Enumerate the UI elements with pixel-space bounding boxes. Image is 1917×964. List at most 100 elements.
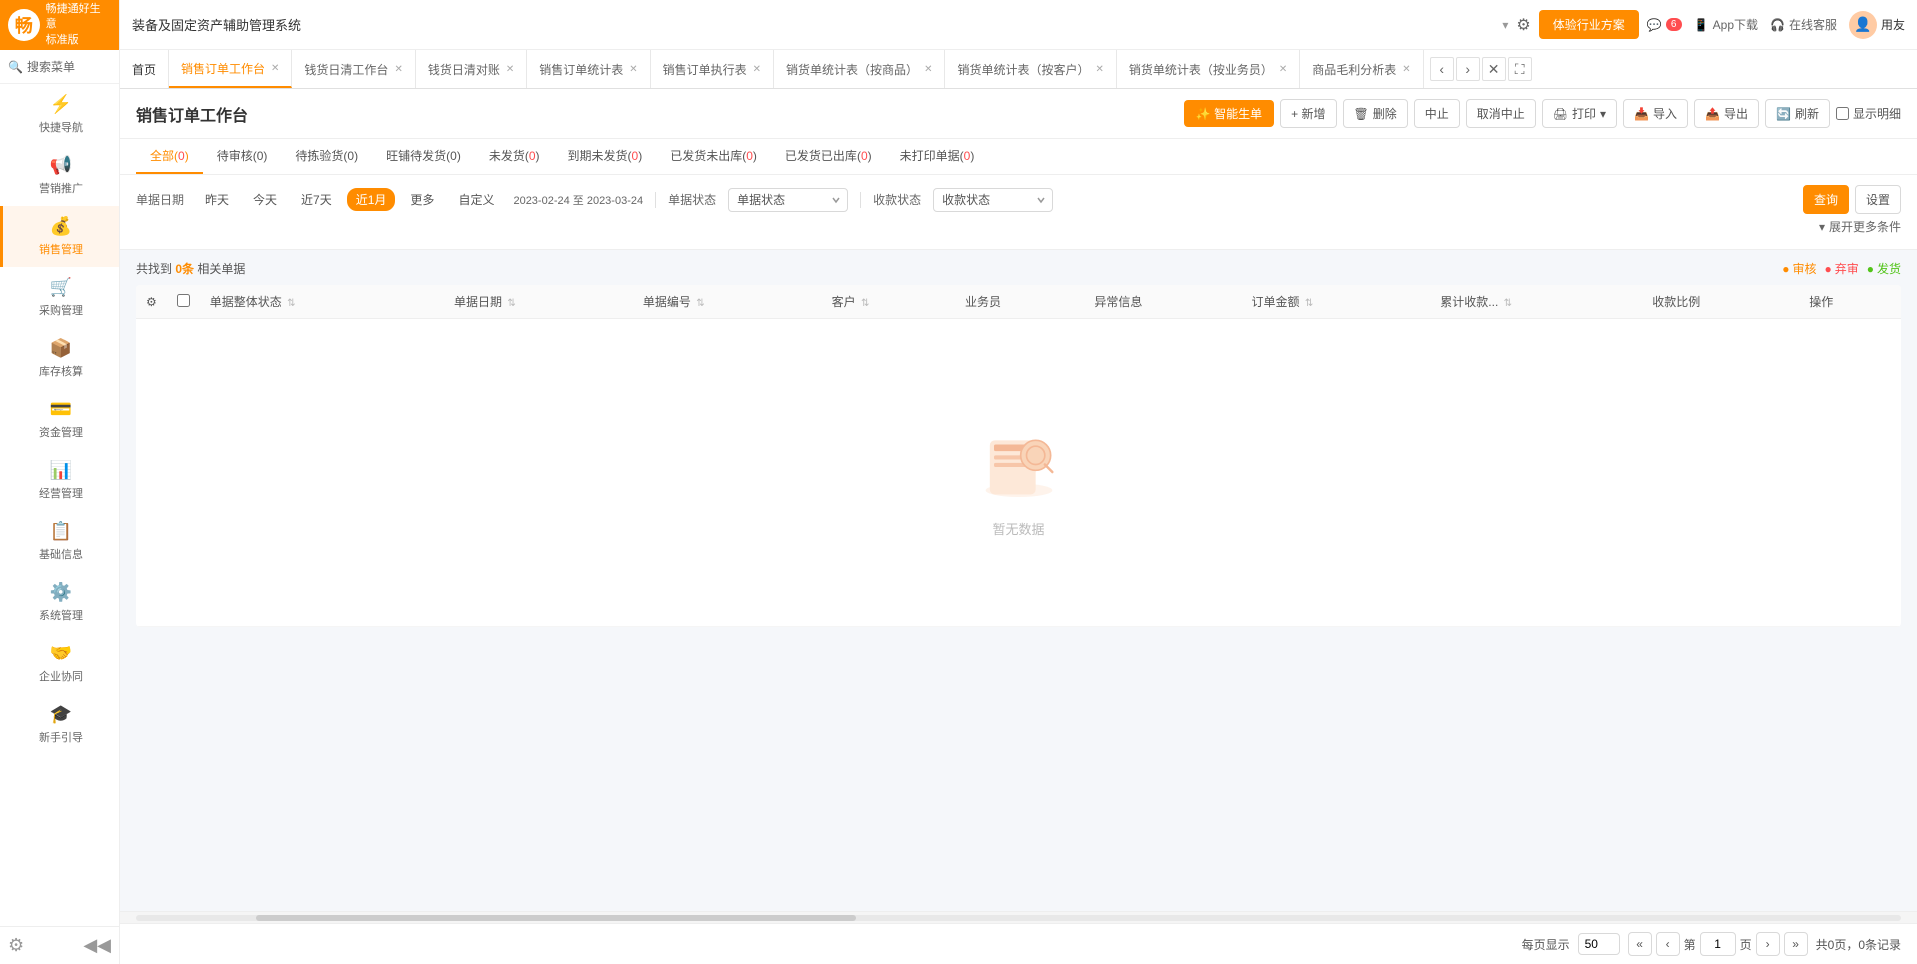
sales-icon: 💰 — [50, 216, 72, 237]
sidebar-item-sales[interactable]: 💰 销售管理 — [0, 206, 119, 267]
date-btn-1month[interactable]: 近1月 — [347, 188, 396, 211]
tab-close-sales-order-exec[interactable]: ✕ — [753, 64, 761, 75]
sidebar-item-purchase[interactable]: 🛒 采购管理 — [0, 267, 119, 328]
horizontal-scrollbar[interactable] — [120, 911, 1917, 923]
tab-sales-stats-staff[interactable]: 销货单统计表（按业务员） ✕ — [1117, 50, 1300, 88]
date-btn-today[interactable]: 今天 — [244, 188, 286, 211]
review-action-link[interactable]: ● 审核 — [1782, 260, 1816, 277]
sidebar-item-operation[interactable]: 📊 经营管理 — [0, 450, 119, 511]
subtab-pending-review[interactable]: 待审核(0) — [203, 139, 282, 174]
subtab-shipped-out[interactable]: 已发货已出库(0) — [771, 139, 886, 174]
tab-prev-btn[interactable]: ‹ — [1430, 57, 1454, 81]
next-page-btn[interactable]: › — [1756, 932, 1780, 956]
query-btn[interactable]: 查询 — [1803, 185, 1849, 214]
user-info[interactable]: 👤 用友 — [1849, 11, 1905, 39]
tab-close-sales-workbench[interactable]: ✕ — [271, 63, 279, 74]
date-btn-yesterday[interactable]: 昨天 — [196, 188, 238, 211]
trial-button[interactable]: 体验行业方案 — [1539, 10, 1639, 39]
online-service-action[interactable]: 🎧 在线客服 — [1770, 16, 1837, 33]
subtab-not-printed[interactable]: 未打印单据(0) — [886, 139, 989, 174]
tab-sales-workbench[interactable]: 销售订单工作台 ✕ — [169, 50, 292, 88]
topbar-gear-icon[interactable]: ⚙ — [1516, 15, 1530, 35]
smart-btn[interactable]: ✨ 智能生单 — [1184, 100, 1274, 127]
tab-sales-stats-product[interactable]: 销货单统计表（按商品） ✕ — [774, 50, 945, 88]
select-all-checkbox[interactable] — [177, 294, 190, 307]
prev-page-btn[interactable]: ‹ — [1656, 932, 1680, 956]
delete-btn[interactable]: 🗑 删除 — [1343, 99, 1408, 128]
page-label: 第 — [1684, 936, 1696, 953]
sort-icon-status[interactable]: ⇅ — [287, 298, 295, 309]
subtab-all[interactable]: 全部(0) — [136, 139, 203, 174]
last-page-btn[interactable]: » — [1784, 932, 1808, 956]
tab-product-margin[interactable]: 商品毛利分析表 ✕ — [1300, 50, 1423, 88]
date-btn-custom[interactable]: 自定义 — [449, 188, 503, 211]
tab-sales-stats-customer[interactable]: 销货单统计表（按客户） ✕ — [945, 50, 1116, 88]
sidebar-item-finance[interactable]: 💳 资金管理 — [0, 389, 119, 450]
collapse-icon[interactable]: ◀◀ — [83, 935, 111, 956]
export-btn[interactable]: 📤 导出 — [1694, 99, 1759, 128]
tab-close-cash-reconcile[interactable]: ✕ — [506, 64, 514, 75]
th-gear[interactable]: ⚙ — [136, 285, 167, 319]
subtab-shipped-not-out[interactable]: 已发货未出库(0) — [656, 139, 771, 174]
sort-icon-amount[interactable]: ⇅ — [1305, 298, 1313, 309]
sidebar-item-system[interactable]: ⚙️ 系统管理 — [0, 572, 119, 633]
sort-icon-date[interactable]: ⇅ — [507, 298, 515, 309]
filter-settings-btn[interactable]: 设置 — [1855, 185, 1901, 214]
tab-sales-order-exec[interactable]: 销售订单执行表 ✕ — [651, 50, 774, 88]
unreview-action-link[interactable]: ● 弃审 — [1824, 260, 1858, 277]
sort-icon-number[interactable]: ⇅ — [696, 298, 704, 309]
tab-sales-order-stats[interactable]: 销售订单统计表 ✕ — [527, 50, 650, 88]
sidebar-item-inventory[interactable]: 📦 库存核算 — [0, 328, 119, 389]
tab-close-all-btn[interactable]: ✕ — [1482, 57, 1506, 81]
system-dropdown-icon[interactable]: ▾ — [1502, 18, 1508, 32]
stop-btn[interactable]: 中止 — [1414, 99, 1460, 128]
date-btn-more[interactable]: 更多 — [401, 188, 443, 211]
show-detail-input[interactable] — [1836, 107, 1849, 120]
subtab-not-shipped[interactable]: 未发货(0) — [475, 139, 554, 174]
tab-close-sales-stats-customer[interactable]: ✕ — [1095, 64, 1103, 75]
tab-fullscreen-btn[interactable]: ⛶ — [1508, 57, 1532, 81]
tab-close-product-margin[interactable]: ✕ — [1402, 64, 1410, 75]
settings-gear-icon[interactable]: ⚙ — [8, 935, 24, 956]
table-footer: 每页显示 50 « ‹ 第 页 › » 共0页，0条记录 — [120, 923, 1917, 964]
scrollbar-thumb[interactable] — [256, 915, 856, 921]
add-btn[interactable]: + 新增 — [1280, 99, 1336, 128]
th-checkbox[interactable] — [167, 285, 200, 319]
sort-icon-customer[interactable]: ⇅ — [861, 298, 869, 309]
tab-close-cash-daily[interactable]: ✕ — [394, 64, 402, 75]
first-page-btn[interactable]: « — [1628, 932, 1652, 956]
message-action[interactable]: 💬 6 — [1647, 18, 1682, 32]
sort-icon-collected[interactable]: ⇅ — [1504, 298, 1512, 309]
import-btn[interactable]: 📥 导入 — [1623, 99, 1688, 128]
page-size-select[interactable]: 50 — [1578, 933, 1620, 955]
sidebar-item-basic-info[interactable]: 📋 基础信息 — [0, 511, 119, 572]
scrollbar-track[interactable] — [136, 915, 1901, 921]
sidebar-item-quick-nav[interactable]: ⚡ 快捷导航 — [0, 84, 119, 145]
subtab-expired-not-shipped[interactable]: 到期未发货(0) — [554, 139, 657, 174]
date-btn-7days[interactable]: 近7天 — [292, 188, 341, 211]
subtab-pending-inspect[interactable]: 待拣验货(0) — [281, 139, 372, 174]
tab-home[interactable]: 首页 — [120, 50, 169, 88]
subtab-wangpu-pending[interactable]: 旺铺待发货(0) — [372, 139, 475, 174]
refresh-btn[interactable]: 🔄 刷新 — [1765, 99, 1830, 128]
tab-cash-reconcile[interactable]: 钱货日清对账 ✕ — [416, 50, 527, 88]
show-detail-checkbox[interactable]: 显示明细 — [1836, 105, 1901, 122]
payment-filter-select[interactable]: 收款状态 — [933, 188, 1053, 212]
tab-close-sales-order-stats[interactable]: ✕ — [629, 64, 637, 75]
search-menu[interactable]: 🔍 搜索菜单 — [0, 50, 119, 84]
tab-cash-daily[interactable]: 钱货日清工作台 ✕ — [292, 50, 415, 88]
sidebar-item-enterprise[interactable]: 🤝 企业协同 — [0, 633, 119, 694]
tab-close-sales-stats-staff[interactable]: ✕ — [1279, 64, 1287, 75]
tab-next-btn[interactable]: › — [1456, 57, 1480, 81]
system-icon: ⚙️ — [50, 582, 72, 603]
ship-action-link[interactable]: ● 发货 — [1867, 260, 1901, 277]
tab-close-sales-stats-product[interactable]: ✕ — [924, 64, 932, 75]
sidebar-item-guide[interactable]: 🎓 新手引导 — [0, 694, 119, 755]
cancel-stop-btn[interactable]: 取消中止 — [1466, 99, 1536, 128]
print-btn[interactable]: 🖨 打印 ▾ — [1542, 99, 1617, 128]
sidebar-item-marketing[interactable]: 📢 营销推广 — [0, 145, 119, 206]
page-number-input[interactable] — [1700, 932, 1736, 956]
expand-more-btn[interactable]: ▾ 展开更多条件 — [1819, 218, 1901, 235]
app-download-action[interactable]: 📱 App下载 — [1694, 16, 1758, 33]
status-filter-select[interactable]: 单据状态 — [728, 188, 848, 212]
